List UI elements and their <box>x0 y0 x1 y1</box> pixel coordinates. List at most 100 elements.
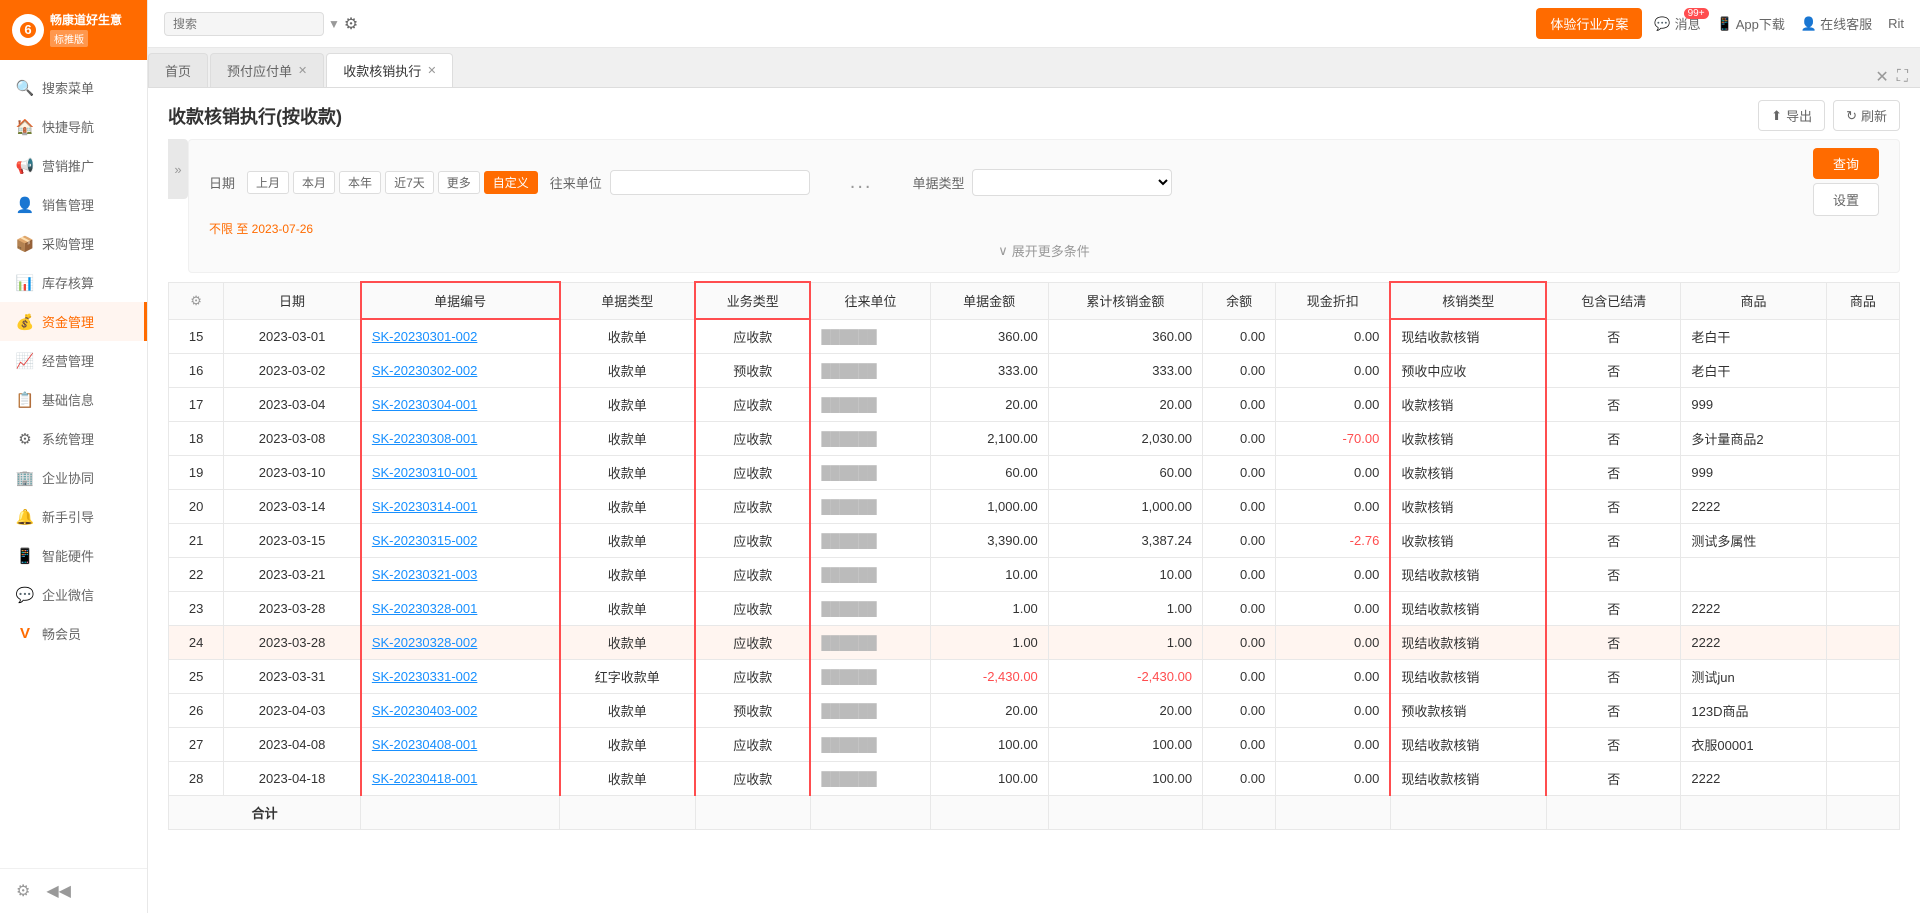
sidebar-item-corp[interactable]: 🏢 企业协同 <box>0 458 147 497</box>
date-btn-this-month[interactable]: 本月 <box>293 171 335 194</box>
export-icon: ⬆ <box>1771 108 1782 124</box>
cell-doc-type: 收款单 <box>560 524 696 558</box>
settings-icon[interactable]: ⚙ <box>16 881 30 901</box>
refresh-button[interactable]: ↻ 刷新 <box>1833 100 1900 131</box>
sidebar-item-hardware[interactable]: 📱 智能硬件 <box>0 536 147 575</box>
tab-advance-close[interactable]: ✕ <box>298 64 307 77</box>
search-input[interactable] <box>164 12 324 36</box>
doc-no-link[interactable]: SK-20230301-002 <box>372 329 478 344</box>
expand-arrow[interactable]: » <box>168 139 188 199</box>
tab-receipt-close[interactable]: ✕ <box>427 64 436 77</box>
sidebar-item-guide[interactable]: 🔔 新手引导 <box>0 497 147 536</box>
cell-date: 2023-03-14 <box>224 490 361 524</box>
tab-home[interactable]: 首页 <box>148 53 208 87</box>
doc-no-link[interactable]: SK-20230418-001 <box>372 771 478 786</box>
cell-seq: 21 <box>169 524 224 558</box>
cell-date: 2023-03-08 <box>224 422 361 456</box>
cell-balance: 0.00 <box>1203 626 1276 660</box>
col-product2: 商品 <box>1826 282 1899 319</box>
doc-no-link[interactable]: SK-20230308-001 <box>372 431 478 446</box>
user-profile[interactable]: Rit <box>1888 16 1904 31</box>
table-row[interactable]: 21 2023-03-15 SK-20230315-002 收款单 应收款 ██… <box>169 524 1900 558</box>
col-doc-type: 单据类型 <box>560 282 696 319</box>
doc-no-link[interactable]: SK-20230331-002 <box>372 669 478 684</box>
doc-no-link[interactable]: SK-20230408-001 <box>372 737 478 752</box>
solution-button[interactable]: 体验行业方案 <box>1536 8 1642 39</box>
sales-icon: 👤 <box>16 196 34 214</box>
sidebar-item-purchase[interactable]: 📦 采购管理 <box>0 224 147 263</box>
table-row[interactable]: 17 2023-03-04 SK-20230304-001 收款单 应收款 ██… <box>169 388 1900 422</box>
date-btn-this-year[interactable]: 本年 <box>339 171 381 194</box>
cell-partner: ██████ <box>810 626 930 660</box>
doc-no-link[interactable]: SK-20230403-002 <box>372 703 478 718</box>
more-filters-dots[interactable]: ... <box>850 171 873 194</box>
date-btn-last-month[interactable]: 上月 <box>247 171 289 194</box>
col-gear[interactable]: ⚙ <box>169 282 224 319</box>
date-btn-custom[interactable]: 自定义 <box>484 171 538 194</box>
table-container[interactable]: ⚙ 日期 单据编号 单据类型 业务类型 往来单位 单据金额 累计核销金额 余额 … <box>148 281 1920 913</box>
cell-product: 2222 <box>1681 762 1826 796</box>
date-btn-more[interactable]: 更多 <box>438 171 480 194</box>
sidebar-item-finance[interactable]: 💰 资金管理 <box>0 302 147 341</box>
cell-product: 999 <box>1681 456 1826 490</box>
cell-product: 2222 <box>1681 490 1826 524</box>
table-settings-icon[interactable]: ⚙ <box>190 293 202 308</box>
doc-no-link[interactable]: SK-20230328-001 <box>372 601 478 616</box>
table-row[interactable]: 15 2023-03-01 SK-20230301-002 收款单 应收款 ██… <box>169 319 1900 354</box>
cell-biz-type: 应收款 <box>695 728 810 762</box>
cell-partner: ██████ <box>810 524 930 558</box>
doc-type-select[interactable] <box>972 169 1172 196</box>
table-row[interactable]: 25 2023-03-31 SK-20230331-002 红字收款单 应收款 … <box>169 660 1900 694</box>
cell-product2 <box>1826 422 1899 456</box>
topbar: ▼ ⚙ 体验行业方案 💬 消息 99+ 📱 App下载 👤 在线客服 Rit <box>148 0 1920 48</box>
table-row[interactable]: 18 2023-03-08 SK-20230308-001 收款单 应收款 ██… <box>169 422 1900 456</box>
doc-no-link[interactable]: SK-20230302-002 <box>372 363 478 378</box>
sidebar-item-ops[interactable]: 📈 经营管理 <box>0 341 147 380</box>
table-row[interactable]: 23 2023-03-28 SK-20230328-001 收款单 应收款 ██… <box>169 592 1900 626</box>
sidebar-item-inventory[interactable]: 📊 库存核算 <box>0 263 147 302</box>
date-btn-7days[interactable]: 近7天 <box>385 171 434 194</box>
col-partner: 往来单位 <box>810 282 930 319</box>
cell-amount: 3,390.00 <box>930 524 1048 558</box>
table-row[interactable]: 19 2023-03-10 SK-20230310-001 收款单 应收款 ██… <box>169 456 1900 490</box>
doc-no-link[interactable]: SK-20230315-002 <box>372 533 478 548</box>
sidebar-item-system[interactable]: ⚙ 系统管理 <box>0 419 147 458</box>
close-tab-icon[interactable]: ✕ <box>1875 67 1888 87</box>
setting-button[interactable]: 设置 <box>1813 183 1879 216</box>
message-btn[interactable]: 💬 消息 99+ <box>1654 14 1700 33</box>
fullscreen-icon[interactable]: ⛶ <box>1897 68 1908 86</box>
cell-discount: 0.00 <box>1276 388 1391 422</box>
table-row[interactable]: 24 2023-03-28 SK-20230328-002 收款单 应收款 ██… <box>169 626 1900 660</box>
sidebar-item-basic[interactable]: 📋 基础信息 <box>0 380 147 419</box>
app-download-link[interactable]: 📱 App下载 <box>1717 14 1785 33</box>
sidebar-item-sales[interactable]: 👤 销售管理 <box>0 185 147 224</box>
doc-no-link[interactable]: SK-20230321-003 <box>372 567 478 582</box>
filter-expand-btn[interactable]: ∨ 展开更多条件 <box>209 237 1879 264</box>
sidebar: 6 畅康道好生意 标推版 🔍 搜索菜单 🏠 快捷导航 📢 营销推广 👤 销售管理… <box>0 0 148 913</box>
tab-advance[interactable]: 预付应付单 ✕ <box>210 53 324 87</box>
sidebar-item-wechat[interactable]: 💬 企业微信 <box>0 575 147 614</box>
table-row[interactable]: 20 2023-03-14 SK-20230314-001 收款单 应收款 ██… <box>169 490 1900 524</box>
doc-no-link[interactable]: SK-20230328-002 <box>372 635 478 650</box>
table-row[interactable]: 28 2023-04-18 SK-20230418-001 收款单 应收款 ██… <box>169 762 1900 796</box>
cell-seq: 23 <box>169 592 224 626</box>
sidebar-item-member[interactable]: V 畅会员 <box>0 614 147 653</box>
table-row[interactable]: 27 2023-04-08 SK-20230408-001 收款单 应收款 ██… <box>169 728 1900 762</box>
tab-receipt[interactable]: 收款核销执行 ✕ <box>326 53 453 87</box>
doc-no-link[interactable]: SK-20230304-001 <box>372 397 478 412</box>
table-row[interactable]: 16 2023-03-02 SK-20230302-002 收款单 预收款 ██… <box>169 354 1900 388</box>
sidebar-item-quicknav[interactable]: 🏠 快捷导航 <box>0 107 147 146</box>
partner-filter: 往来单位 <box>550 170 810 195</box>
online-service-link[interactable]: 👤 在线客服 <box>1801 14 1872 33</box>
settings-gear-icon[interactable]: ⚙ <box>344 14 358 34</box>
doc-no-link[interactable]: SK-20230314-001 <box>372 499 478 514</box>
query-button[interactable]: 查询 <box>1813 148 1879 179</box>
sidebar-item-search[interactable]: 🔍 搜索菜单 <box>0 68 147 107</box>
export-button[interactable]: ⬆ 导出 <box>1758 100 1825 131</box>
sidebar-item-marketing[interactable]: 📢 营销推广 <box>0 146 147 185</box>
partner-input[interactable] <box>610 170 810 195</box>
doc-no-link[interactable]: SK-20230310-001 <box>372 465 478 480</box>
table-row[interactable]: 26 2023-04-03 SK-20230403-002 收款单 预收款 ██… <box>169 694 1900 728</box>
table-row[interactable]: 22 2023-03-21 SK-20230321-003 收款单 应收款 ██… <box>169 558 1900 592</box>
collapse-icon[interactable]: ◀◀ <box>46 881 71 901</box>
